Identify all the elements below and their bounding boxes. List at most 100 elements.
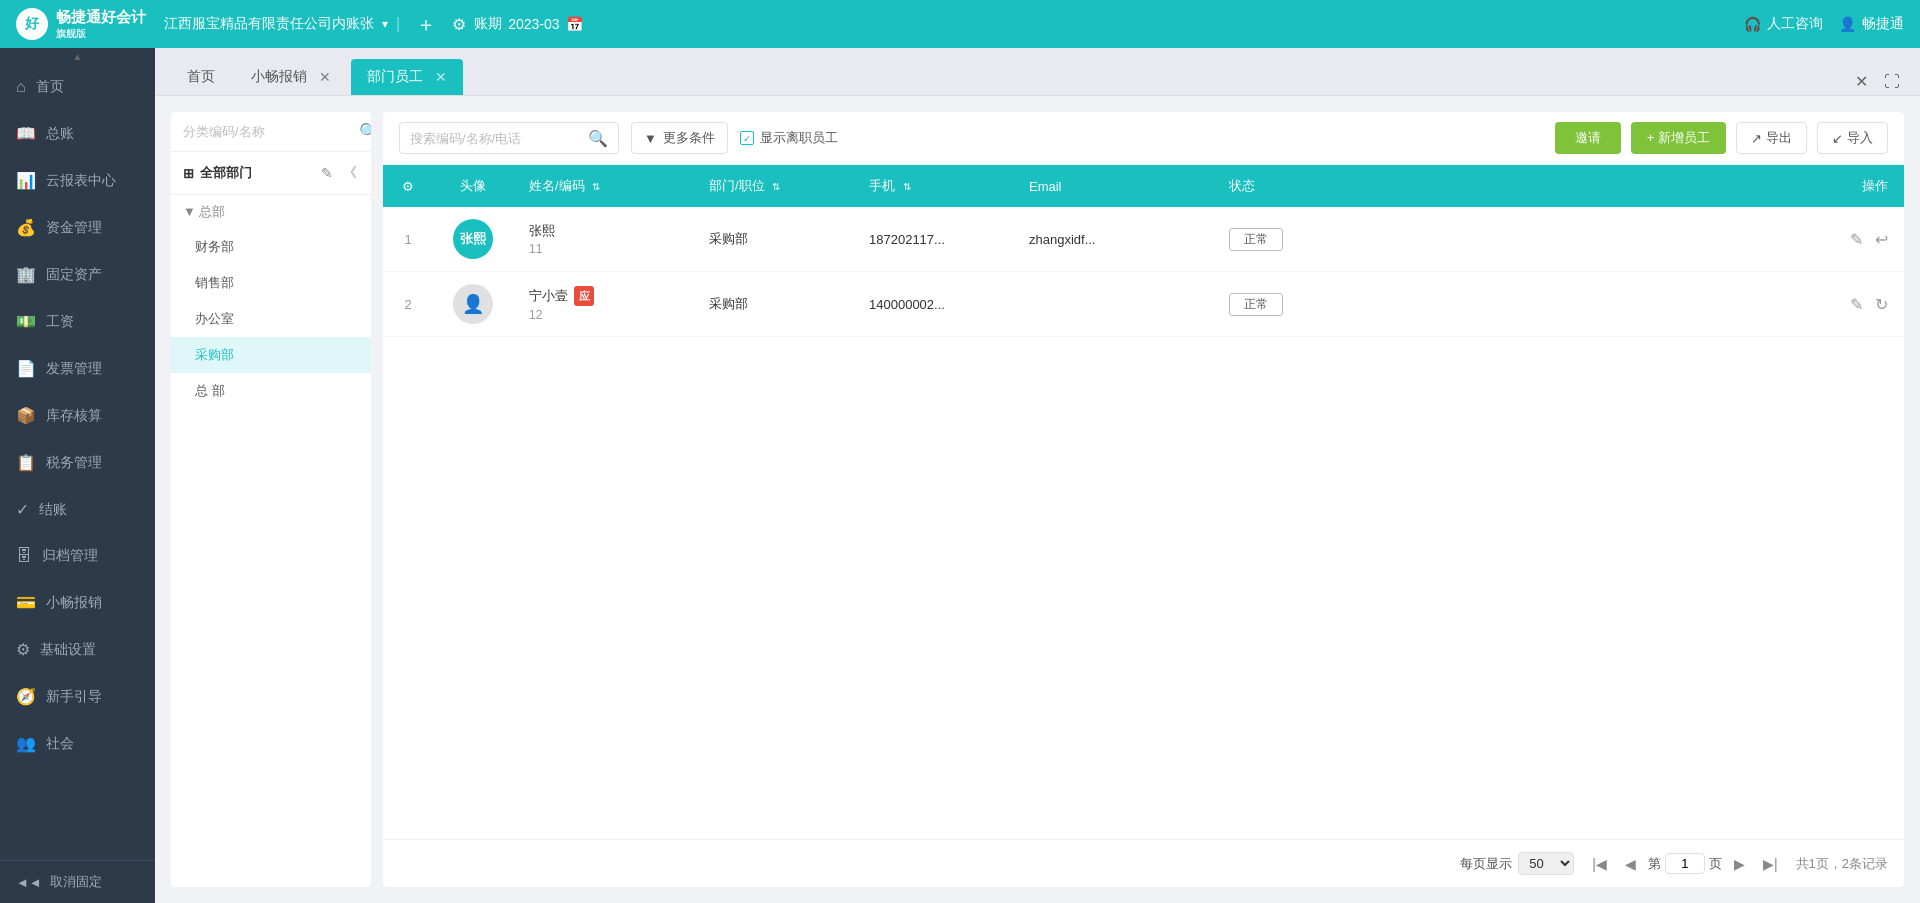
table-row: 2 👤 宁小壹 应 <box>383 272 1904 337</box>
search-input[interactable] <box>410 131 582 146</box>
sidebar-item-social[interactable]: 👥 社会 <box>0 720 155 767</box>
sidebar-item-inventory[interactable]: 📦 库存核算 <box>0 392 155 439</box>
search-icon: 🔍 <box>359 122 371 141</box>
filter-btn[interactable]: ▼ 更多条件 <box>631 122 728 154</box>
tab-expense-close[interactable]: ✕ <box>319 69 331 85</box>
sidebar-item-funds[interactable]: 💰 资金管理 <box>0 204 155 251</box>
dept-edit-btn[interactable]: ✎ <box>319 162 335 184</box>
dept-search-input[interactable] <box>183 124 351 139</box>
sidebar-item-closing[interactable]: ✓ 结账 <box>0 486 155 533</box>
edit-icon[interactable]: ✎ <box>1850 295 1863 314</box>
period-value: 2023-03 <box>508 16 559 32</box>
sidebar-item-assets[interactable]: 🏢 固定资产 <box>0 251 155 298</box>
export-btn[interactable]: ↗ 导出 <box>1736 122 1807 154</box>
sidebar: ▲ ⌂ 首页 📖 总账 📊 云报表中心 💰 资金管理 🏢 固定资产 💵 工资 📄… <box>0 48 155 903</box>
sidebar-label: 新手引导 <box>46 688 102 706</box>
company-selector[interactable]: 江西服宝精品有限责任公司内账张 ▾ <box>164 15 388 33</box>
col-phone[interactable]: 手机 ⇅ <box>853 165 1013 207</box>
sidebar-item-guide[interactable]: 🧭 新手引导 <box>0 673 155 720</box>
dept-item-caigou[interactable]: 采购部 <box>171 337 371 373</box>
show-resigned-checkbox[interactable]: ✓ <box>740 131 754 145</box>
logo-sub: 旗舰版 <box>56 27 146 41</box>
row-phone: 187202117... <box>853 207 1013 272</box>
col-dept-pos[interactable]: 部门/职位 ⇅ <box>693 165 853 207</box>
filter-label: 更多条件 <box>663 129 715 147</box>
dept-item-caiwu[interactable]: 财务部 <box>171 229 371 265</box>
tab-dept-close[interactable]: ✕ <box>435 69 447 85</box>
first-page-btn[interactable]: |◀ <box>1586 854 1613 874</box>
sidebar-label: 社会 <box>46 735 74 753</box>
edit-icon[interactable]: ✎ <box>1850 230 1863 249</box>
all-dept-header[interactable]: ⊞ 全部部门 ✎ 《 <box>171 152 371 195</box>
employee-tag: 应 <box>574 286 594 306</box>
sidebar-item-home[interactable]: ⌂ 首页 <box>0 64 155 110</box>
next-page-btn[interactable]: ▶ <box>1728 854 1751 874</box>
import-label: 导入 <box>1847 129 1873 147</box>
add-company-icon[interactable]: ＋ <box>416 11 436 38</box>
sidebar-item-xiao[interactable]: 💳 小畅报销 <box>0 579 155 626</box>
export-icon: ↗ <box>1751 131 1762 146</box>
sidebar-item-settings[interactable]: ⚙ 基础设置 <box>0 626 155 673</box>
funds-icon: 💰 <box>16 218 36 237</box>
tab-dept-employee[interactable]: 部门员工 ✕ <box>351 59 463 95</box>
per-page-dropdown[interactable]: 50 10 20 100 <box>1518 852 1574 875</box>
avatar-icon: 👤 <box>1839 16 1856 32</box>
logout-icon[interactable]: ↩ <box>1875 230 1888 249</box>
tab-close-window-btn[interactable]: ✕ <box>1851 68 1872 95</box>
dept-item-xiaoshou[interactable]: 销售部 <box>171 265 371 301</box>
sidebar-item-salary[interactable]: 💵 工资 <box>0 298 155 345</box>
search-box: 🔍 <box>399 122 619 154</box>
dept-item-bangong[interactable]: 办公室 <box>171 301 371 337</box>
settings-nav-icon: ⚙ <box>16 640 30 659</box>
sidebar-label: 资金管理 <box>46 219 102 237</box>
sidebar-label: 云报表中心 <box>46 172 116 190</box>
tab-home[interactable]: 首页 <box>171 59 231 95</box>
calendar-icon[interactable]: 📅 <box>566 16 583 32</box>
avatar-circle: 张熙 <box>453 219 493 259</box>
tabs-bar: 首页 小畅报销 ✕ 部门员工 ✕ ✕ ⛶ <box>155 48 1920 96</box>
refresh-icon[interactable]: ↻ <box>1875 295 1888 314</box>
home-icon: ⌂ <box>16 78 26 96</box>
dept-header-actions: ✎ 《 <box>319 162 359 184</box>
row-avatar: 张熙 <box>433 207 513 272</box>
export-label: 导出 <box>1766 129 1792 147</box>
sort-icon: ⇅ <box>903 181 911 192</box>
page-number-input[interactable] <box>1665 853 1705 874</box>
dept-collapse-btn[interactable]: 《 <box>341 162 359 184</box>
tab-maximize-btn[interactable]: ⛶ <box>1880 69 1904 95</box>
right-panel: 🔍 ▼ 更多条件 ✓ 显示离职员工 邀请 + 新增员工 ↗ <box>383 112 1904 887</box>
sidebar-item-ledger[interactable]: 📖 总账 <box>0 110 155 157</box>
page-content: 🔍 ⊞ 全部部门 ✎ 《 ▼ 总部 财务部 销售部 办公室 <box>155 96 1920 903</box>
table-row: 1 张熙 张熙 11 <box>383 207 1904 272</box>
sidebar-item-tax[interactable]: 📋 税务管理 <box>0 439 155 486</box>
sidebar-label: 工资 <box>46 313 74 331</box>
sidebar-label: 基础设置 <box>40 641 96 659</box>
inventory-icon: 📦 <box>16 406 36 425</box>
name-code-cell: 宁小壹 应 12 <box>529 286 677 322</box>
show-resigned-toggle[interactable]: ✓ 显示离职员工 <box>740 129 838 147</box>
ledger-icon: 📖 <box>16 124 36 143</box>
toolbar-right: 邀请 + 新增员工 ↗ 导出 ↙ 导入 <box>1555 122 1888 154</box>
user-menu[interactable]: 👤 畅捷通 <box>1839 15 1904 33</box>
cancel-pin-btn[interactable]: ◄◄ 取消固定 <box>0 860 155 903</box>
add-employee-btn[interactable]: + 新增员工 <box>1631 122 1726 154</box>
row-avatar: 👤 <box>433 272 513 337</box>
last-page-btn[interactable]: ▶| <box>1757 854 1784 874</box>
sidebar-scroll-up[interactable]: ▲ <box>0 48 155 64</box>
dept-item-zong[interactable]: 总 部 <box>171 373 371 409</box>
col-settings[interactable]: ⚙ <box>383 165 433 207</box>
col-name-code[interactable]: 姓名/编码 ⇅ <box>513 165 693 207</box>
ai-consult[interactable]: 🎧 人工咨询 <box>1744 15 1823 33</box>
row-dept: 采购部 <box>693 207 853 272</box>
settings-icon[interactable]: ⚙ <box>452 15 466 34</box>
pin-icon: ◄◄ <box>16 875 42 890</box>
invite-btn[interactable]: 邀请 <box>1555 122 1621 154</box>
import-btn[interactable]: ↙ 导入 <box>1817 122 1888 154</box>
topbar-right: 🎧 人工咨询 👤 畅捷通 <box>1744 15 1904 33</box>
prev-page-btn[interactable]: ◀ <box>1619 854 1642 874</box>
sidebar-item-invoice[interactable]: 📄 发票管理 <box>0 345 155 392</box>
sidebar-label: 固定资产 <box>46 266 102 284</box>
sidebar-item-reports[interactable]: 📊 云报表中心 <box>0 157 155 204</box>
sidebar-item-archive[interactable]: 🗄 归档管理 <box>0 533 155 579</box>
tab-expense[interactable]: 小畅报销 ✕ <box>235 59 347 95</box>
